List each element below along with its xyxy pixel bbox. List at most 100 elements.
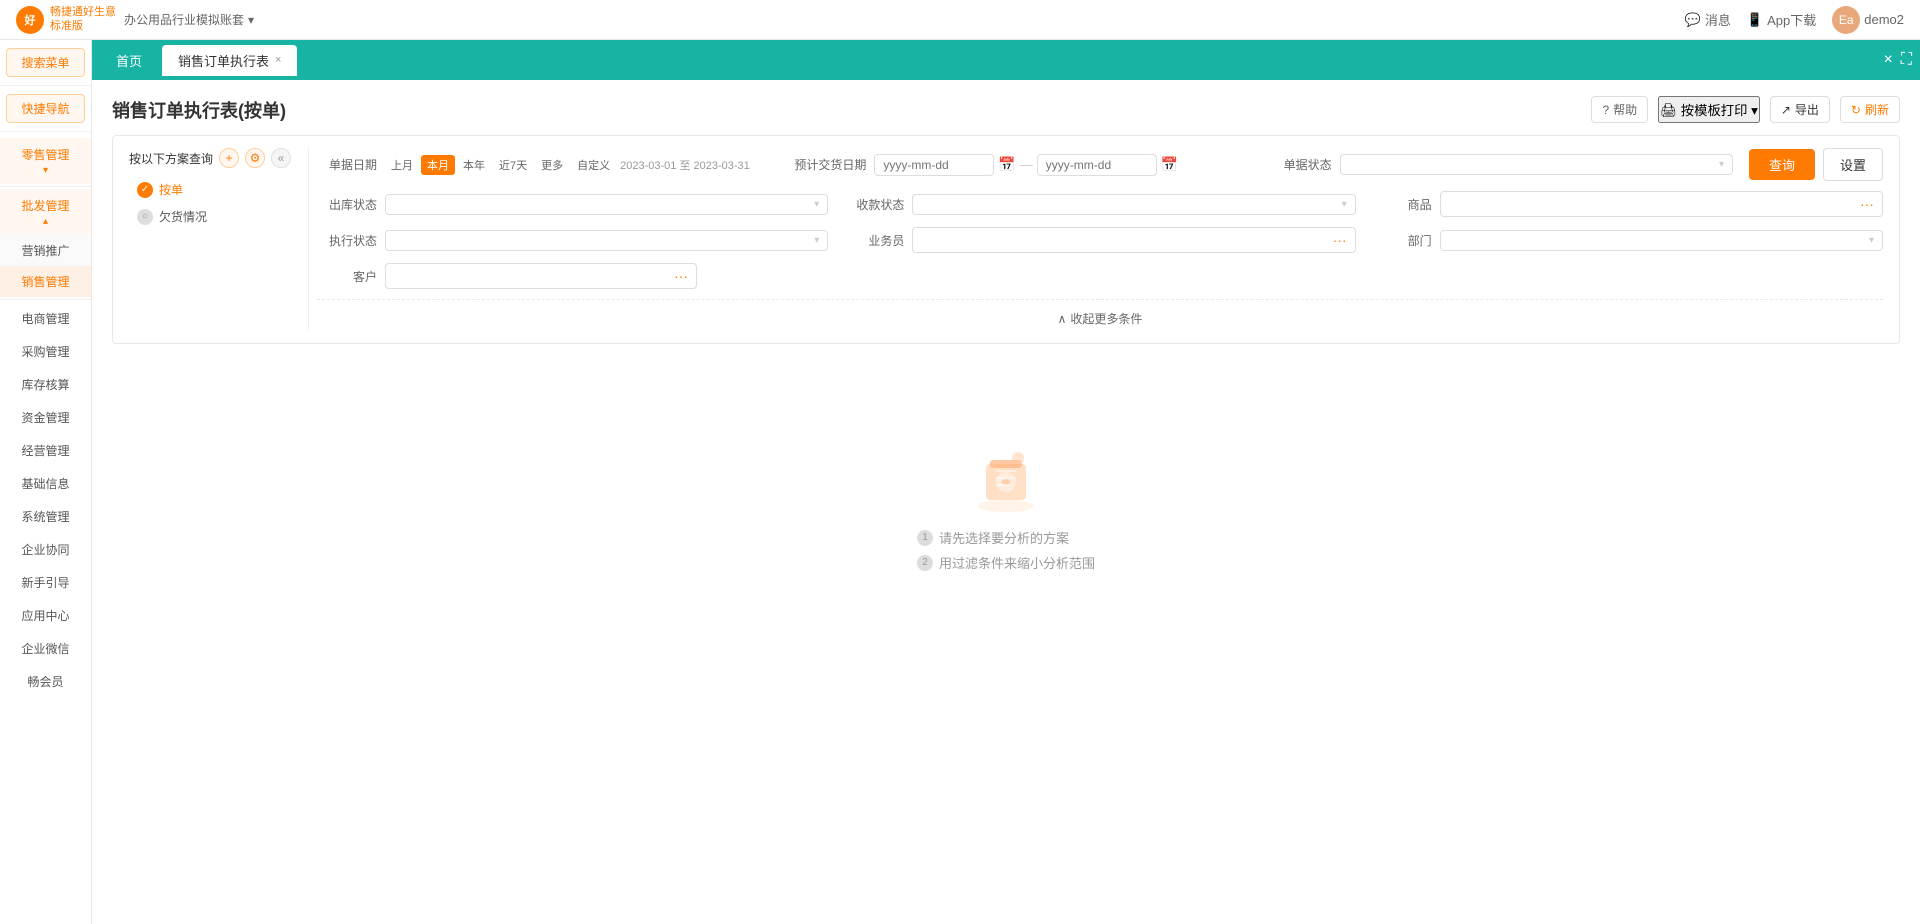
set-scheme-button[interactable]: ⚙ xyxy=(245,148,265,168)
department-select[interactable]: ▾ xyxy=(1440,230,1883,251)
tip-item-2: 2 用过滤条件来缩小分析范围 xyxy=(917,553,1095,572)
customer-input[interactable] xyxy=(394,269,674,283)
page-content: 销售订单执行表(按单) ? 帮助 🖨 按模板打印 ▾ ↗ 导出 xyxy=(92,80,1920,924)
export-button[interactable]: ↗ 导出 xyxy=(1770,96,1830,123)
date-tab-this-year[interactable]: 本年 xyxy=(457,155,491,175)
salesperson-label: 业务员 xyxy=(844,232,904,249)
message-button[interactable]: 💬 消息 xyxy=(1685,10,1731,29)
setting-button[interactable]: 设置 xyxy=(1823,148,1883,181)
goods-input[interactable] xyxy=(1449,197,1860,211)
filter-delivery-item: 出库状态 ▾ xyxy=(317,194,828,215)
salesperson-input-wrapper: ··· xyxy=(912,227,1355,253)
sidebar-item-ecommerce[interactable]: 电商管理 xyxy=(0,302,91,335)
wholesale-label: 批发管理 xyxy=(21,197,69,214)
payment-dropdown-icon: ▾ xyxy=(1342,199,1347,210)
calendar-icon-1[interactable]: 📅 xyxy=(998,156,1015,173)
sidebar-item-operations[interactable]: 经营管理 xyxy=(0,434,91,467)
department-label: 部门 xyxy=(1372,232,1432,249)
help-button[interactable]: ? 帮助 xyxy=(1591,96,1648,123)
template-print-button[interactable]: 🖨 按模板打印 ▾ xyxy=(1658,96,1760,123)
filter-date-item: 单据日期 上月 本月 本年 近7天 更多 自定义 xyxy=(317,155,778,175)
sidebar-item-sales[interactable]: 销售管理 xyxy=(0,266,91,297)
scheme-item-shortage[interactable]: ○ 欠货情况 xyxy=(129,203,296,230)
empty-illustration xyxy=(966,436,1046,516)
goods-more-icon[interactable]: ··· xyxy=(1860,196,1874,212)
sidebar-item-enterprise[interactable]: 企业协同 xyxy=(0,533,91,566)
content-area: 首页 销售订单执行表 × × ⛶ 销售订单执行表(按单) ? 帮助 xyxy=(92,40,1920,924)
tip-num-1: 1 xyxy=(917,530,933,546)
execution-select[interactable]: ▾ xyxy=(385,230,828,251)
window-expand-icon[interactable]: ⛶ xyxy=(1901,51,1912,69)
tip-item-1: 1 请先选择要分析的方案 xyxy=(917,528,1095,547)
department-select-control: ▾ xyxy=(1440,230,1883,251)
query-action-buttons: 查询 设置 xyxy=(1749,148,1883,181)
filter-execution-item: 执行状态 ▾ xyxy=(317,230,828,251)
add-scheme-button[interactable]: + xyxy=(219,148,239,168)
scheme-item-by-order[interactable]: ✓ 按单 xyxy=(129,176,296,203)
filter-main: 单据日期 上月 本月 本年 近7天 更多 自定义 xyxy=(317,148,1883,331)
sidebar-item-appcenter[interactable]: 应用中心 xyxy=(0,599,91,632)
sidebar-item-wholesale[interactable]: 批发管理 ▴ xyxy=(0,189,91,235)
sidebar-item-inventory[interactable]: 库存核算 xyxy=(0,368,91,401)
delivery-dropdown-icon: ▾ xyxy=(814,199,819,210)
collapse-sidebar-button[interactable]: « xyxy=(271,148,291,168)
empty-tips: 1 请先选择要分析的方案 2 用过滤条件来缩小分析范围 xyxy=(917,528,1095,578)
search-menu-button[interactable]: 搜索菜单 xyxy=(6,48,85,77)
date-tab-last-7-days[interactable]: 近7天 xyxy=(493,155,533,175)
customer-input-wrapper: ··· xyxy=(385,263,697,289)
refresh-button[interactable]: ↻ 刷新 xyxy=(1840,96,1900,123)
app-download-button[interactable]: 📱 App下载 xyxy=(1747,10,1816,29)
expected-date-end[interactable] xyxy=(1037,154,1157,176)
sidebar-item-marketing[interactable]: 营销推广 xyxy=(0,235,91,266)
date-label: 单据日期 xyxy=(317,156,377,173)
logo-icon: 好 xyxy=(16,6,44,34)
download-icon: 📱 xyxy=(1747,12,1763,28)
salesperson-input[interactable] xyxy=(921,233,1332,247)
collapse-up-icon: ∧ xyxy=(1058,312,1067,326)
quick-nav-button[interactable]: 快捷导航 xyxy=(6,94,85,123)
active-tab-label: 销售订单执行表 xyxy=(178,51,269,70)
sidebar-search-area: 搜索菜单 xyxy=(0,40,91,86)
payment-select[interactable]: ▾ xyxy=(912,194,1355,215)
date-tab-this-month[interactable]: 本月 xyxy=(421,155,455,175)
user-menu[interactable]: Ea demo2 xyxy=(1832,6,1904,34)
query-button[interactable]: 查询 xyxy=(1749,149,1815,180)
salesperson-more-icon[interactable]: ··· xyxy=(1333,232,1347,248)
scheme-inactive-icon: ○ xyxy=(137,209,153,225)
breadcrumb-dropdown-icon[interactable]: ▾ xyxy=(248,13,254,27)
date-tab-last-month[interactable]: 上月 xyxy=(385,155,419,175)
goods-control: ··· xyxy=(1440,191,1883,217)
sidebar-item-finance[interactable]: 资金管理 xyxy=(0,401,91,434)
date-group: 上月 本月 本年 近7天 更多 自定义 2023-03-01 至 2023-03… xyxy=(385,155,778,175)
execution-select-control: ▾ xyxy=(385,230,828,251)
collapse-bar[interactable]: ∧ 收起更多条件 xyxy=(317,306,1883,331)
sidebar: 搜索菜单 快捷导航 零售管理 ▾ 批发管理 ▴ 营销推广 销售管理 xyxy=(0,40,92,924)
sidebar-item-wechat[interactable]: 企业微信 xyxy=(0,632,91,665)
filter-row-2: 出库状态 ▾ 收款状态 xyxy=(317,191,1883,217)
status-select[interactable]: ▾ xyxy=(1340,154,1733,175)
tab-sales-order[interactable]: 销售订单执行表 × xyxy=(162,45,297,76)
sidebar-menu: 零售管理 ▾ 批发管理 ▴ 营销推广 销售管理 电商管理 采购管理 xyxy=(0,132,91,704)
sidebar-item-purchase[interactable]: 采购管理 xyxy=(0,335,91,368)
sidebar-item-onboarding[interactable]: 新手引导 xyxy=(0,566,91,599)
filter-expected-date-item: 预计交货日期 📅 — 📅 xyxy=(794,154,1255,176)
sidebar-item-retail[interactable]: 零售管理 ▾ xyxy=(0,138,91,184)
refresh-icon: ↻ xyxy=(1851,103,1861,117)
filter-salesperson-item: 业务员 ··· xyxy=(844,227,1355,253)
tab-close-icon[interactable]: × xyxy=(275,54,281,66)
delivery-select[interactable]: ▾ xyxy=(385,194,828,215)
sidebar-item-system[interactable]: 系统管理 xyxy=(0,500,91,533)
calendar-icon-2[interactable]: 📅 xyxy=(1161,156,1178,173)
chevron-up-icon: ▴ xyxy=(43,216,48,227)
sidebar-item-basics[interactable]: 基础信息 xyxy=(0,467,91,500)
sidebar-item-member[interactable]: 畅会员 xyxy=(0,665,91,698)
filter-sidebar-icons: + ⚙ « xyxy=(219,148,291,168)
tab-home[interactable]: 首页 xyxy=(100,45,158,76)
customer-more-icon[interactable]: ··· xyxy=(674,268,688,284)
date-tab-more[interactable]: 更多 xyxy=(535,155,569,175)
logo-area: 好 畅捷通好生意 标准版 xyxy=(16,6,116,34)
expected-date-start[interactable] xyxy=(874,154,994,176)
date-tab-custom[interactable]: 自定义 xyxy=(571,155,616,175)
filter-payment-item: 收款状态 ▾ xyxy=(844,194,1355,215)
window-close-icon[interactable]: × xyxy=(1883,51,1892,69)
